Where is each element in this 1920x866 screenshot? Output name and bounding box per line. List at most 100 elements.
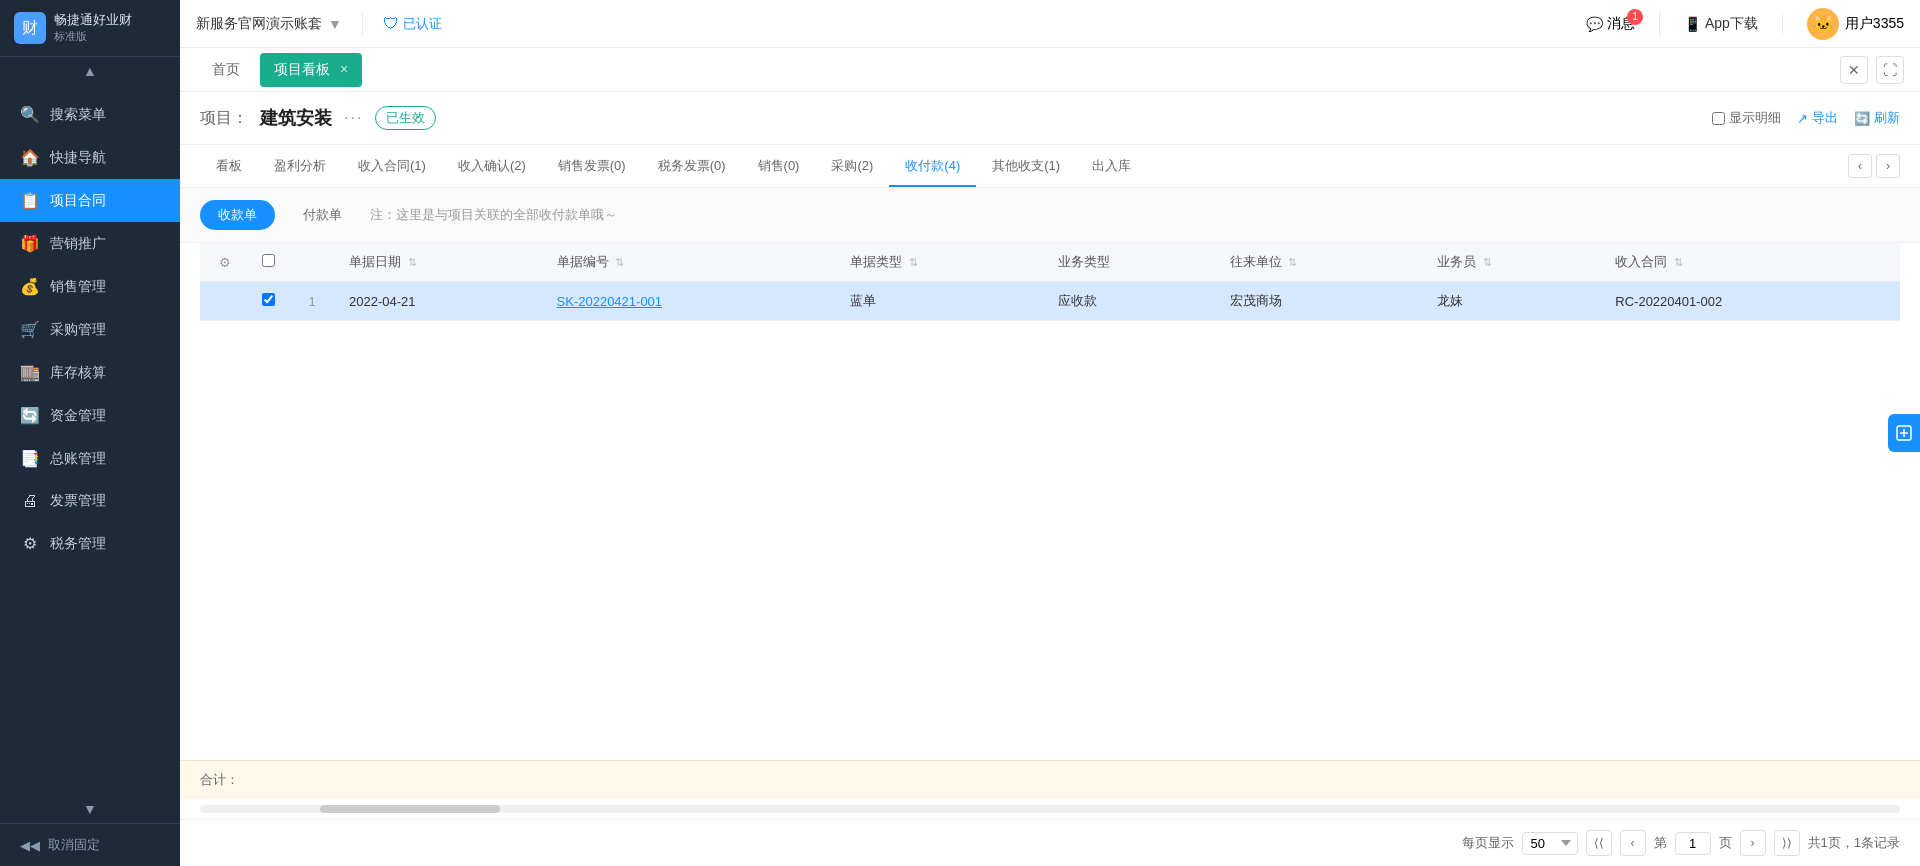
message-button[interactable]: 💬 消息 1 bbox=[1586, 15, 1635, 33]
page-prev-btn[interactable]: ‹ bbox=[1620, 830, 1646, 856]
unpin-label: 取消固定 bbox=[48, 836, 100, 854]
filter-note: 注：这里是与项目关联的全部收付款单哦～ bbox=[370, 206, 617, 224]
page-first-btn[interactable]: ⟨⟨ bbox=[1586, 830, 1612, 856]
subtabs-next[interactable]: › bbox=[1876, 154, 1900, 178]
refresh-button[interactable]: 🔄 刷新 bbox=[1854, 109, 1900, 127]
sidebar-nav: 🔍 搜索菜单 🏠 快捷导航 📋 项目合同 🎁 营销推广 💰 销售管理 🛒 采购管… bbox=[0, 85, 180, 795]
subtab-receipt[interactable]: 收付款(4) bbox=[889, 145, 976, 187]
hscrollbar-thumb[interactable] bbox=[320, 805, 500, 813]
row-checkbox[interactable] bbox=[262, 293, 275, 306]
warehouse-icon: 🏬 bbox=[20, 363, 40, 382]
settings-icon[interactable]: ⚙ bbox=[219, 255, 231, 270]
topbar: 新服务官网演示账套 ▼ 🛡 已认证 💬 消息 1 📱 App下载 🐱 用户335… bbox=[180, 0, 1920, 48]
sidebar-scroll-down[interactable]: ▼ bbox=[0, 795, 180, 823]
user-menu[interactable]: 🐱 用户3355 bbox=[1807, 8, 1904, 40]
sidebar-unpin[interactable]: ◀◀ 取消固定 bbox=[0, 823, 180, 866]
subtab-other-expense[interactable]: 其他收支(1) bbox=[976, 145, 1076, 187]
sidebar-item-project[interactable]: 📋 项目合同 bbox=[0, 179, 180, 222]
app-download-button[interactable]: 📱 App下载 bbox=[1684, 15, 1758, 33]
export-button[interactable]: ↗ 导出 bbox=[1797, 109, 1838, 127]
tab-close-button[interactable]: × bbox=[340, 61, 348, 77]
subtab-purchase[interactable]: 采购(2) bbox=[815, 145, 889, 187]
sidebar-item-quick[interactable]: 🏠 快捷导航 bbox=[0, 136, 180, 179]
th-settings[interactable]: ⚙ bbox=[200, 243, 250, 282]
shield-icon: 🛡 bbox=[383, 15, 399, 33]
page-last-btn[interactable]: ⟩⟩ bbox=[1774, 830, 1800, 856]
sidebar-item-tax[interactable]: ⚙ 税务管理 bbox=[0, 522, 180, 565]
float-edit-button[interactable] bbox=[1888, 414, 1920, 452]
sidebar-item-inventory[interactable]: 🏬 库存核算 bbox=[0, 351, 180, 394]
summary-label: 合计： bbox=[200, 771, 239, 789]
filter-payment-btn[interactable]: 付款单 bbox=[285, 200, 360, 230]
ledger-icon: 📑 bbox=[20, 449, 40, 468]
sidebar-item-purchase[interactable]: 🛒 采购管理 bbox=[0, 308, 180, 351]
table-header: ⚙ 单据日期 ⇅ 单据编号 ⇅ bbox=[200, 243, 1900, 282]
sidebar-item-ledger[interactable]: 📑 总账管理 bbox=[0, 437, 180, 480]
page-content: 项目： 建筑安装 ··· 已生效 显示明细 ↗ 导出 🔄 刷新 bbox=[180, 92, 1920, 866]
receipt-code-link[interactable]: SK-20220421-001 bbox=[557, 294, 663, 309]
td-partner: 宏茂商场 bbox=[1218, 282, 1426, 321]
subtab-income-confirm[interactable]: 收入确认(2) bbox=[442, 145, 542, 187]
tab-home[interactable]: 首页 bbox=[196, 53, 256, 87]
page-size-label: 每页显示 bbox=[1462, 834, 1514, 852]
td-num: 1 bbox=[287, 282, 337, 321]
subtab-kanban[interactable]: 看板 bbox=[200, 145, 258, 187]
phone-icon: 📱 bbox=[1684, 16, 1701, 32]
sidebar-item-sales[interactable]: 💰 销售管理 bbox=[0, 265, 180, 308]
th-date[interactable]: 单据日期 ⇅ bbox=[337, 243, 545, 282]
sidebar-scroll-up[interactable]: ▲ bbox=[0, 57, 180, 85]
subtab-sales[interactable]: 销售(0) bbox=[742, 145, 816, 187]
table-row[interactable]: 1 2022-04-21 SK-20220421-001 蓝单 应收款 bbox=[200, 282, 1900, 321]
project-title: 建筑安装 bbox=[260, 106, 332, 130]
show-detail-checkbox[interactable] bbox=[1712, 112, 1725, 125]
subtab-income-contract[interactable]: 收入合同(1) bbox=[342, 145, 442, 187]
tab-close-window[interactable]: ✕ bbox=[1840, 56, 1868, 84]
th-checkbox[interactable] bbox=[250, 243, 287, 282]
sidebar-item-invoice[interactable]: 🖨 发票管理 bbox=[0, 480, 180, 522]
tax-icon: ⚙ bbox=[20, 534, 40, 553]
sort-date-icon: ⇅ bbox=[408, 256, 417, 268]
page-next-btn[interactable]: › bbox=[1740, 830, 1766, 856]
topbar-divider2 bbox=[1659, 12, 1660, 36]
workspace-selector[interactable]: 新服务官网演示账套 ▼ bbox=[196, 15, 342, 33]
project-header-right: 显示明细 ↗ 导出 🔄 刷新 bbox=[1712, 109, 1900, 127]
sidebar-item-search[interactable]: 🔍 搜索菜单 bbox=[0, 93, 180, 136]
th-type[interactable]: 单据类型 ⇅ bbox=[838, 243, 1046, 282]
th-partner[interactable]: 往来单位 ⇅ bbox=[1218, 243, 1426, 282]
sidebar-item-finance[interactable]: 🔄 资金管理 bbox=[0, 394, 180, 437]
receipts-table: ⚙ 单据日期 ⇅ 单据编号 ⇅ bbox=[200, 243, 1900, 321]
tab-expand-window[interactable]: ⛶ bbox=[1876, 56, 1904, 84]
td-salesperson: 龙妹 bbox=[1425, 282, 1603, 321]
project-more-button[interactable]: ··· bbox=[344, 109, 363, 127]
subtab-profit[interactable]: 盈利分析 bbox=[258, 145, 342, 187]
sidebar-label-tax: 税务管理 bbox=[50, 535, 106, 553]
total-info: 共1页，1条记录 bbox=[1808, 834, 1900, 852]
finance-icon: 🔄 bbox=[20, 406, 40, 425]
td-code[interactable]: SK-20220421-001 bbox=[545, 282, 838, 321]
subtab-tax-invoice[interactable]: 税务发票(0) bbox=[642, 145, 742, 187]
subtab-inout[interactable]: 出入库 bbox=[1076, 145, 1147, 187]
select-all-checkbox[interactable] bbox=[262, 254, 275, 267]
topbar-divider3 bbox=[1782, 12, 1783, 36]
unpin-icon: ◀◀ bbox=[20, 838, 40, 853]
pagination: 每页显示 50 10 20 100 ⟨⟨ ‹ 第 页 › ⟩⟩ 共1页，1条记录 bbox=[180, 819, 1920, 866]
page-number-input[interactable] bbox=[1675, 832, 1711, 855]
hscrollbar[interactable] bbox=[200, 805, 1900, 813]
project-icon: 📋 bbox=[20, 191, 40, 210]
subtabs-prev[interactable]: ‹ bbox=[1848, 154, 1872, 178]
tab-project-board[interactable]: 项目看板 × bbox=[260, 53, 362, 87]
td-checkbox[interactable] bbox=[250, 282, 287, 321]
page-size-select[interactable]: 50 10 20 100 bbox=[1522, 832, 1578, 855]
user-label: 用户3355 bbox=[1845, 15, 1904, 33]
sidebar-item-marketing[interactable]: 🎁 营销推广 bbox=[0, 222, 180, 265]
th-salesperson[interactable]: 业务员 ⇅ bbox=[1425, 243, 1603, 282]
page-suffix: 页 bbox=[1719, 834, 1732, 852]
page-label: 第 bbox=[1654, 834, 1667, 852]
th-income-contract[interactable]: 收入合同 ⇅ bbox=[1603, 243, 1900, 282]
th-code[interactable]: 单据编号 ⇅ bbox=[545, 243, 838, 282]
filter-receipt-btn[interactable]: 收款单 bbox=[200, 200, 275, 230]
sidebar-label-purchase: 采购管理 bbox=[50, 321, 106, 339]
subtab-sales-invoice[interactable]: 销售发票(0) bbox=[542, 145, 642, 187]
refresh-icon: 🔄 bbox=[1854, 111, 1870, 126]
show-detail-toggle[interactable]: 显示明细 bbox=[1712, 109, 1781, 127]
